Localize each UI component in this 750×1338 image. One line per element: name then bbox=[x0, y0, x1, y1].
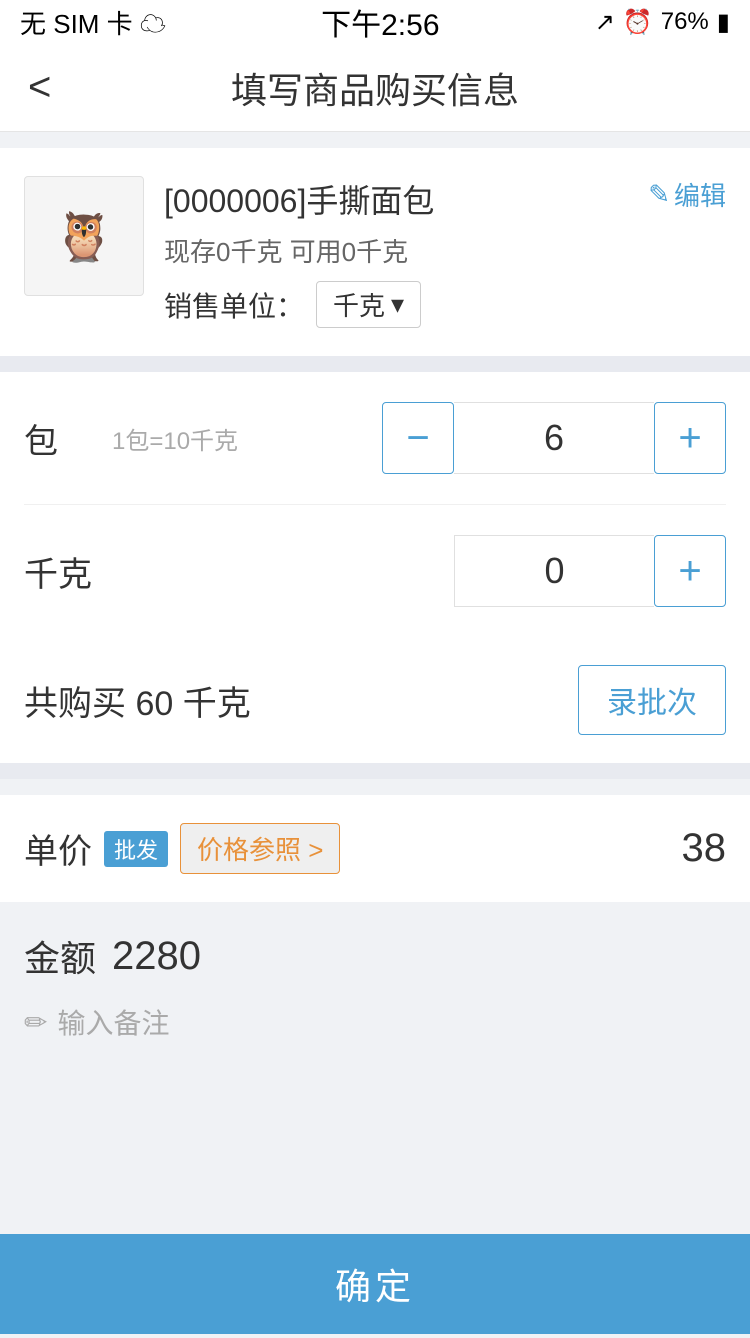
amount-label: 金额 bbox=[24, 930, 96, 982]
status-left: 无 SIM 卡 ☁ bbox=[20, 4, 166, 41]
amount-section: 金额 2280 ✏ 输入备注 bbox=[0, 902, 750, 1058]
nav-bar: < 填写商品购买信息 bbox=[0, 44, 750, 132]
quantity-section: 包 1包=10千克 − + 千克 + bbox=[0, 372, 750, 637]
bao-label: 包 bbox=[24, 414, 104, 463]
divider-2 bbox=[0, 763, 750, 779]
price-section: 单价 批发 价格参照 > 38 bbox=[0, 795, 750, 902]
status-time: 下午2:56 bbox=[321, 0, 439, 44]
remark-placeholder[interactable]: 输入备注 bbox=[57, 1002, 169, 1042]
battery-text: 76% bbox=[661, 8, 709, 36]
product-card: 🦉 [0000006]手撕面包 ✎ 编辑 现存0千克 可用0千克 销售单位： 千… bbox=[0, 148, 750, 356]
status-right: ↗ ⏰ 76% ▮ bbox=[595, 8, 730, 37]
carrier-text: 无 SIM 卡 ☁ bbox=[20, 4, 166, 41]
confirm-label: 确定 bbox=[335, 1258, 415, 1310]
page-title: 填写商品购买信息 bbox=[231, 62, 519, 114]
location-icon: ↗ bbox=[595, 8, 615, 37]
kg-qty-input[interactable] bbox=[454, 535, 654, 607]
batch-button[interactable]: 录批次 bbox=[578, 665, 726, 735]
kg-plus-button[interactable]: + bbox=[654, 535, 726, 607]
price-label: 单价 bbox=[24, 824, 92, 873]
status-bar: 无 SIM 卡 ☁ 下午2:56 ↗ ⏰ 76% ▮ bbox=[0, 0, 750, 44]
product-info: [0000006]手撕面包 ✎ 编辑 现存0千克 可用0千克 销售单位： 千克 … bbox=[164, 176, 726, 328]
product-name: [0000006]手撕面包 bbox=[164, 176, 434, 222]
bao-qty-input[interactable] bbox=[454, 402, 654, 474]
amount-value: 2280 bbox=[112, 934, 201, 979]
bao-minus-button[interactable]: − bbox=[382, 402, 454, 474]
kg-row: 千克 + bbox=[24, 505, 726, 637]
product-logo: 🦉 bbox=[54, 208, 114, 265]
divider-1 bbox=[0, 356, 750, 372]
back-button[interactable]: < bbox=[28, 65, 51, 110]
unit-label: 销售单位： bbox=[164, 285, 304, 325]
kg-label: 千克 bbox=[24, 547, 104, 596]
bao-row: 包 1包=10千克 − + bbox=[24, 372, 726, 505]
price-value: 38 bbox=[682, 826, 727, 871]
pencil-icon: ✏ bbox=[24, 1006, 47, 1039]
bao-hint: 1包=10千克 bbox=[112, 421, 382, 456]
price-label-group: 单价 批发 价格参照 > bbox=[24, 823, 340, 874]
chevron-down-icon: ▾ bbox=[391, 289, 404, 320]
pifa-badge: 批发 bbox=[104, 831, 168, 867]
edit-button[interactable]: ✎ 编辑 bbox=[648, 176, 726, 213]
total-row: 共购买 60 千克 录批次 bbox=[0, 637, 750, 763]
product-image: 🦉 bbox=[24, 176, 144, 296]
product-stock: 现存0千克 可用0千克 bbox=[164, 232, 726, 269]
bao-plus-button[interactable]: + bbox=[654, 402, 726, 474]
price-ref-button[interactable]: 价格参照 > bbox=[180, 823, 340, 874]
alarm-icon: ⏰ bbox=[623, 8, 653, 37]
bao-qty-control: − + bbox=[382, 402, 726, 474]
edit-icon: ✎ bbox=[648, 179, 670, 210]
battery-icon: ▮ bbox=[717, 8, 730, 37]
confirm-button[interactable]: 确定 bbox=[0, 1234, 750, 1334]
kg-qty-control: + bbox=[454, 535, 726, 607]
total-text: 共购买 60 千克 bbox=[24, 676, 251, 725]
unit-select[interactable]: 千克 ▾ bbox=[316, 281, 421, 328]
